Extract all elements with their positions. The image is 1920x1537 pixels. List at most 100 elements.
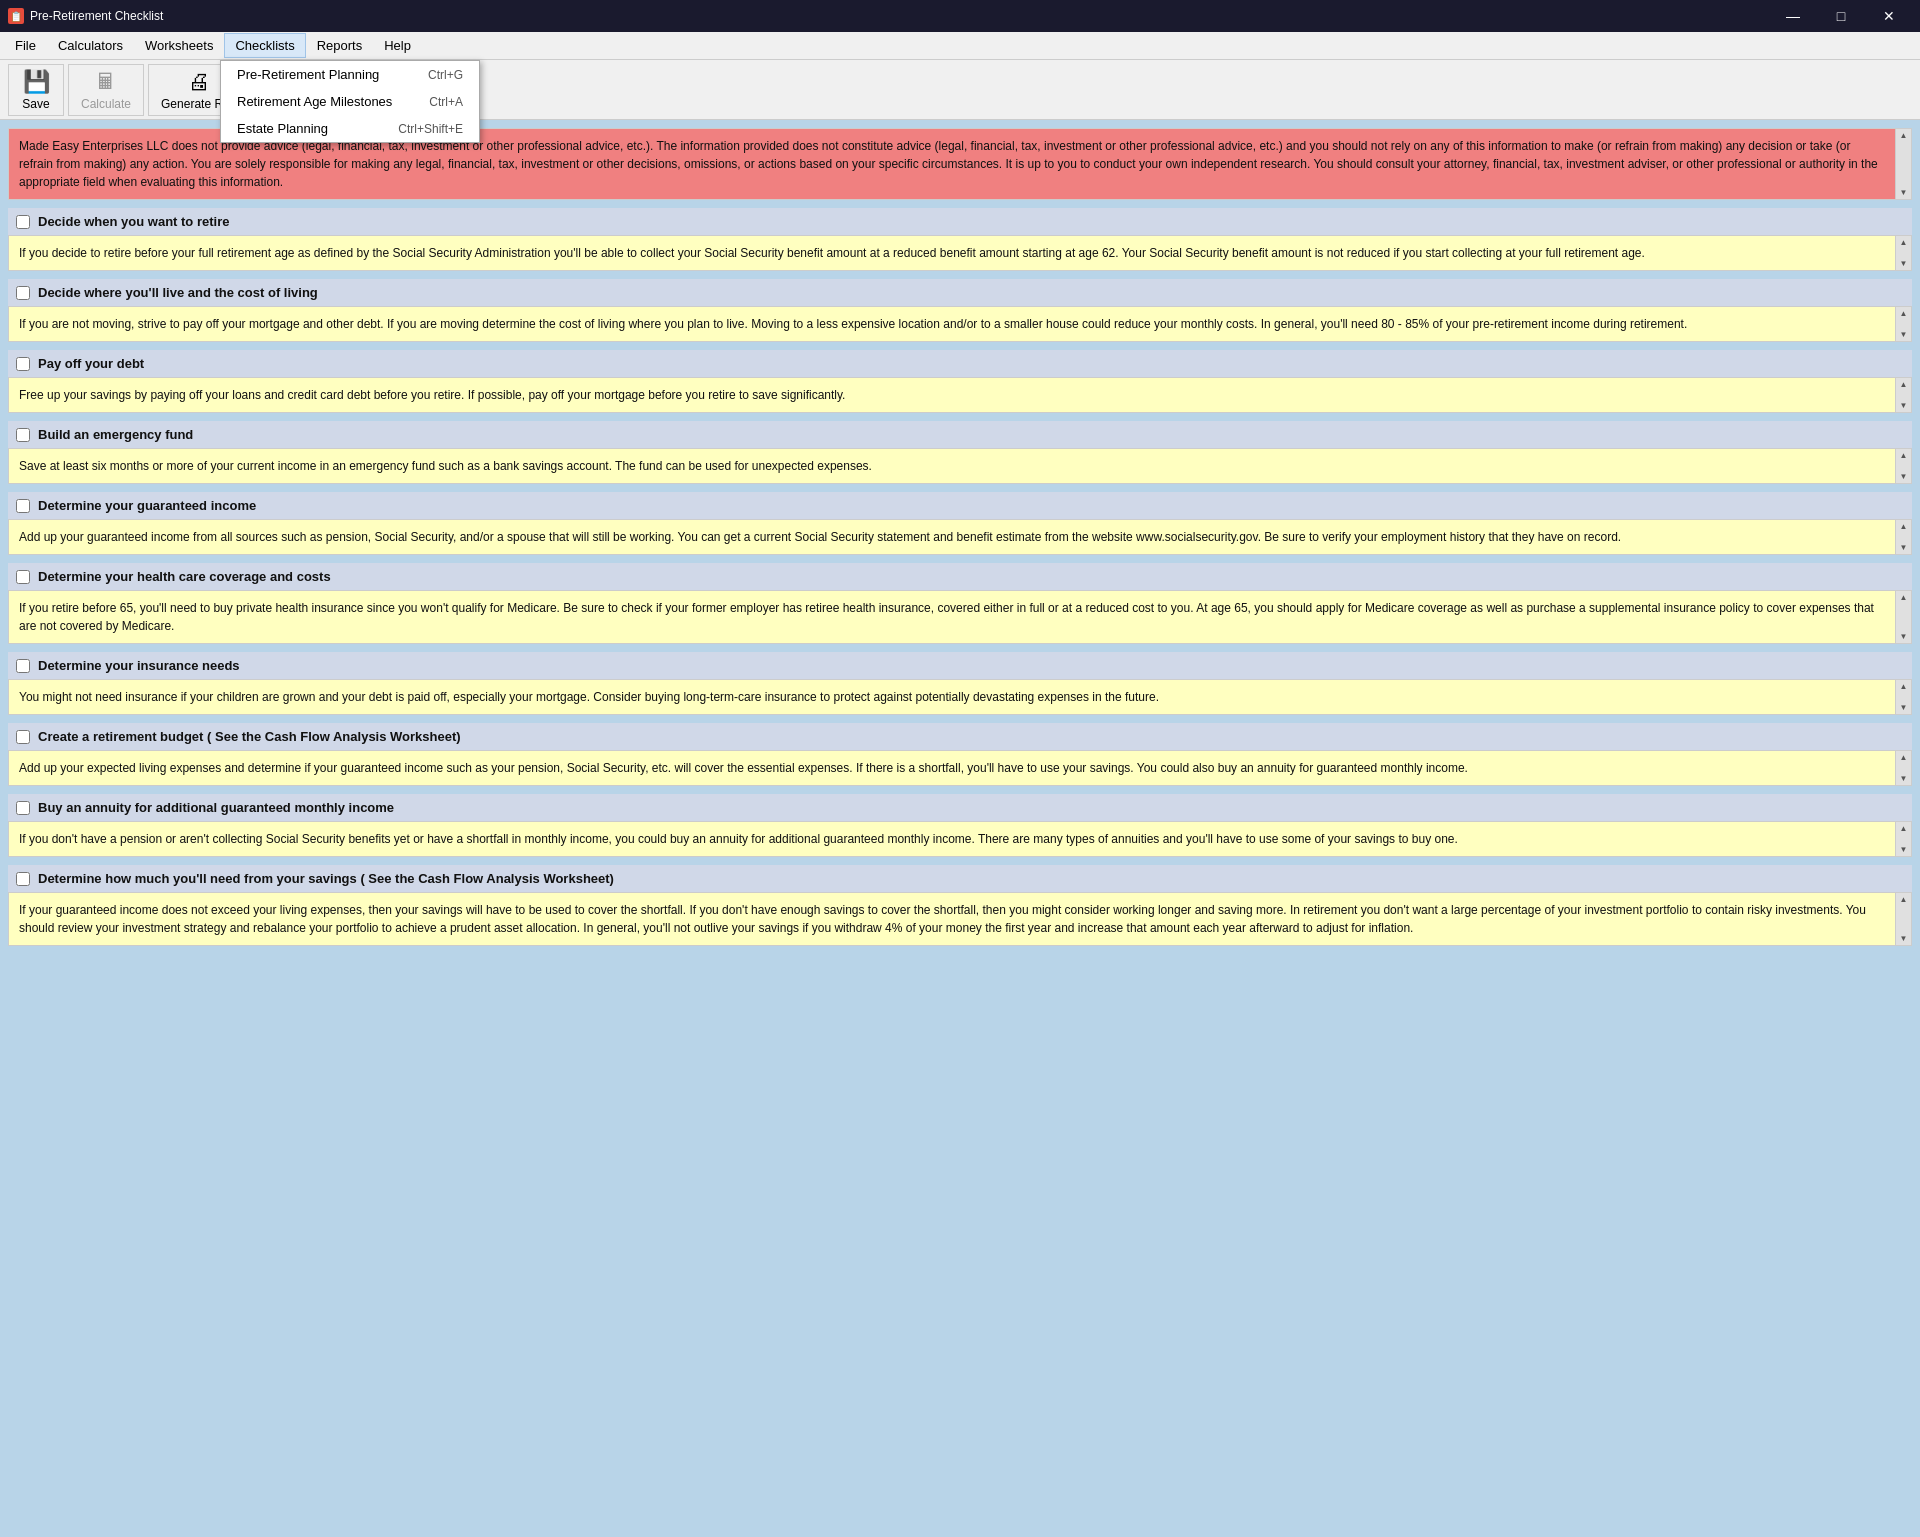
scroll-down-arrow[interactable]: ▼ xyxy=(1898,186,1910,199)
checklist-header-retire-when: Decide when you want to retire xyxy=(8,208,1912,235)
scroll-down[interactable]: ▼ xyxy=(1898,328,1910,341)
checklist-checkbox-retire-when[interactable] xyxy=(16,215,30,229)
checklist-checkbox-budget[interactable] xyxy=(16,730,30,744)
checklist-checkbox-retire-where[interactable] xyxy=(16,286,30,300)
scroll-up[interactable]: ▲ xyxy=(1898,591,1910,604)
checklist-checkbox-savings-needed[interactable] xyxy=(16,872,30,886)
scroll-up[interactable]: ▲ xyxy=(1898,893,1910,906)
scroll-down[interactable]: ▼ xyxy=(1898,701,1910,714)
dropdown-shortcut-milestones: Ctrl+A xyxy=(429,95,463,109)
window-title: Pre-Retirement Checklist xyxy=(30,9,163,23)
maximize-button[interactable]: □ xyxy=(1818,0,1864,32)
checklist-section: Buy an annuity for additional guaranteed… xyxy=(8,794,1912,857)
checklist-body-text-retire-when: If you decide to retire before your full… xyxy=(9,236,1895,270)
checklist-scrollbar-annuity[interactable]: ▲▼ xyxy=(1895,822,1911,856)
save-button[interactable]: 💾 Save xyxy=(8,64,64,116)
scroll-up[interactable]: ▲ xyxy=(1898,378,1910,391)
scroll-down[interactable]: ▼ xyxy=(1898,541,1910,554)
print-icon: 🖨 xyxy=(188,69,210,95)
checklist-scrollbar-retire-when[interactable]: ▲▼ xyxy=(1895,236,1911,270)
checklist-section: Determine your guaranteed income Add up y… xyxy=(8,492,1912,555)
checklist-header-label-insurance: Determine your insurance needs xyxy=(38,658,240,673)
checklist-header-label-healthcare: Determine your health care coverage and … xyxy=(38,569,331,584)
checklist-header-label-emergency-fund: Build an emergency fund xyxy=(38,427,193,442)
checklist-body-text-insurance: You might not need insurance if your chi… xyxy=(9,680,1895,714)
checklist-container: Decide when you want to retire If you dec… xyxy=(8,208,1912,946)
scroll-up[interactable]: ▲ xyxy=(1898,307,1910,320)
checklist-scrollbar-insurance[interactable]: ▲▼ xyxy=(1895,680,1911,714)
dropdown-item-milestones[interactable]: Retirement Age Milestones Ctrl+A xyxy=(221,88,479,115)
dropdown-item-preretirement[interactable]: Pre-Retirement Planning Ctrl+G xyxy=(221,61,479,88)
checklist-header-label-retire-where: Decide where you'll live and the cost of… xyxy=(38,285,318,300)
checklist-header-label-savings-needed: Determine how much you'll need from your… xyxy=(38,871,614,886)
title-bar: 📋 Pre-Retirement Checklist — □ ✕ xyxy=(0,0,1920,32)
checklist-body-text-retire-where: If you are not moving, strive to pay off… xyxy=(9,307,1895,341)
checklist-header-guaranteed-income: Determine your guaranteed income xyxy=(8,492,1912,519)
disclaimer-scrollbar[interactable]: ▲ ▼ xyxy=(1895,129,1911,199)
scroll-down[interactable]: ▼ xyxy=(1898,843,1910,856)
scroll-down[interactable]: ▼ xyxy=(1898,630,1910,643)
checklist-checkbox-guaranteed-income[interactable] xyxy=(16,499,30,513)
checklist-body-pay-debt: Free up your savings by paying off your … xyxy=(8,377,1912,413)
calculate-label: Calculate xyxy=(81,97,131,111)
scroll-up[interactable]: ▲ xyxy=(1898,236,1910,249)
checklist-body-text-pay-debt: Free up your savings by paying off your … xyxy=(9,378,1895,412)
checklist-scrollbar-healthcare[interactable]: ▲▼ xyxy=(1895,591,1911,643)
scroll-up[interactable]: ▲ xyxy=(1898,751,1910,764)
menu-worksheets[interactable]: Worksheets xyxy=(134,33,224,58)
checklist-header-budget: Create a retirement budget ( See the Cas… xyxy=(8,723,1912,750)
scroll-up[interactable]: ▲ xyxy=(1898,680,1910,693)
scroll-down[interactable]: ▼ xyxy=(1898,257,1910,270)
checklist-checkbox-healthcare[interactable] xyxy=(16,570,30,584)
menu-calculators[interactable]: Calculators xyxy=(47,33,134,58)
menu-reports[interactable]: Reports xyxy=(306,33,374,58)
checklist-section: Determine your insurance needs You might … xyxy=(8,652,1912,715)
menu-file[interactable]: File xyxy=(4,33,47,58)
checklist-scrollbar-retire-where[interactable]: ▲▼ xyxy=(1895,307,1911,341)
scroll-up-arrow[interactable]: ▲ xyxy=(1898,129,1910,142)
app-icon: 📋 xyxy=(8,8,24,24)
checklist-body-savings-needed: If your guaranteed income does not excee… xyxy=(8,892,1912,946)
checklist-body-guaranteed-income: Add up your guaranteed income from all s… xyxy=(8,519,1912,555)
calculate-button[interactable]: 🖩 Calculate xyxy=(68,64,144,116)
minimize-button[interactable]: — xyxy=(1770,0,1816,32)
checklist-section: Determine how much you'll need from your… xyxy=(8,865,1912,946)
checklist-body-retire-where: If you are not moving, strive to pay off… xyxy=(8,306,1912,342)
checklist-header-label-guaranteed-income: Determine your guaranteed income xyxy=(38,498,256,513)
checklist-scrollbar-pay-debt[interactable]: ▲▼ xyxy=(1895,378,1911,412)
checklist-body-text-annuity: If you don't have a pension or aren't co… xyxy=(9,822,1895,856)
scroll-down[interactable]: ▼ xyxy=(1898,932,1910,945)
scroll-up[interactable]: ▲ xyxy=(1898,449,1910,462)
checklist-scrollbar-budget[interactable]: ▲▼ xyxy=(1895,751,1911,785)
menu-checklists[interactable]: Checklists xyxy=(224,33,305,58)
menu-bar: File Calculators Worksheets Checklists R… xyxy=(0,32,1920,60)
checklist-header-label-retire-when: Decide when you want to retire xyxy=(38,214,229,229)
close-button[interactable]: ✕ xyxy=(1866,0,1912,32)
checklist-section: Determine your health care coverage and … xyxy=(8,563,1912,644)
checklist-checkbox-annuity[interactable] xyxy=(16,801,30,815)
dropdown-item-estate[interactable]: Estate Planning Ctrl+Shift+E xyxy=(221,115,479,142)
title-bar-controls: — □ ✕ xyxy=(1770,0,1912,32)
checklist-header-emergency-fund: Build an emergency fund xyxy=(8,421,1912,448)
checklist-body-text-savings-needed: If your guaranteed income does not excee… xyxy=(9,893,1895,945)
save-label: Save xyxy=(22,97,49,111)
checklist-checkbox-pay-debt[interactable] xyxy=(16,357,30,371)
checklist-scrollbar-savings-needed[interactable]: ▲▼ xyxy=(1895,893,1911,945)
scroll-down[interactable]: ▼ xyxy=(1898,772,1910,785)
checklist-body-retire-when: If you decide to retire before your full… xyxy=(8,235,1912,271)
scroll-up[interactable]: ▲ xyxy=(1898,520,1910,533)
checklist-checkbox-insurance[interactable] xyxy=(16,659,30,673)
content-area: Made Easy Enterprises LLC does not provi… xyxy=(0,120,1920,1537)
scroll-down[interactable]: ▼ xyxy=(1898,399,1910,412)
scroll-up[interactable]: ▲ xyxy=(1898,822,1910,835)
checklist-scrollbar-guaranteed-income[interactable]: ▲▼ xyxy=(1895,520,1911,554)
checklist-checkbox-emergency-fund[interactable] xyxy=(16,428,30,442)
scroll-down[interactable]: ▼ xyxy=(1898,470,1910,483)
checklist-header-retire-where: Decide where you'll live and the cost of… xyxy=(8,279,1912,306)
menu-help[interactable]: Help xyxy=(373,33,422,58)
checklist-section: Pay off your debtFree up your savings by… xyxy=(8,350,1912,413)
checklist-scrollbar-emergency-fund[interactable]: ▲▼ xyxy=(1895,449,1911,483)
checklist-section: Decide where you'll live and the cost of… xyxy=(8,279,1912,342)
dropdown-label-milestones: Retirement Age Milestones xyxy=(237,94,392,109)
checklist-header-pay-debt: Pay off your debt xyxy=(8,350,1912,377)
